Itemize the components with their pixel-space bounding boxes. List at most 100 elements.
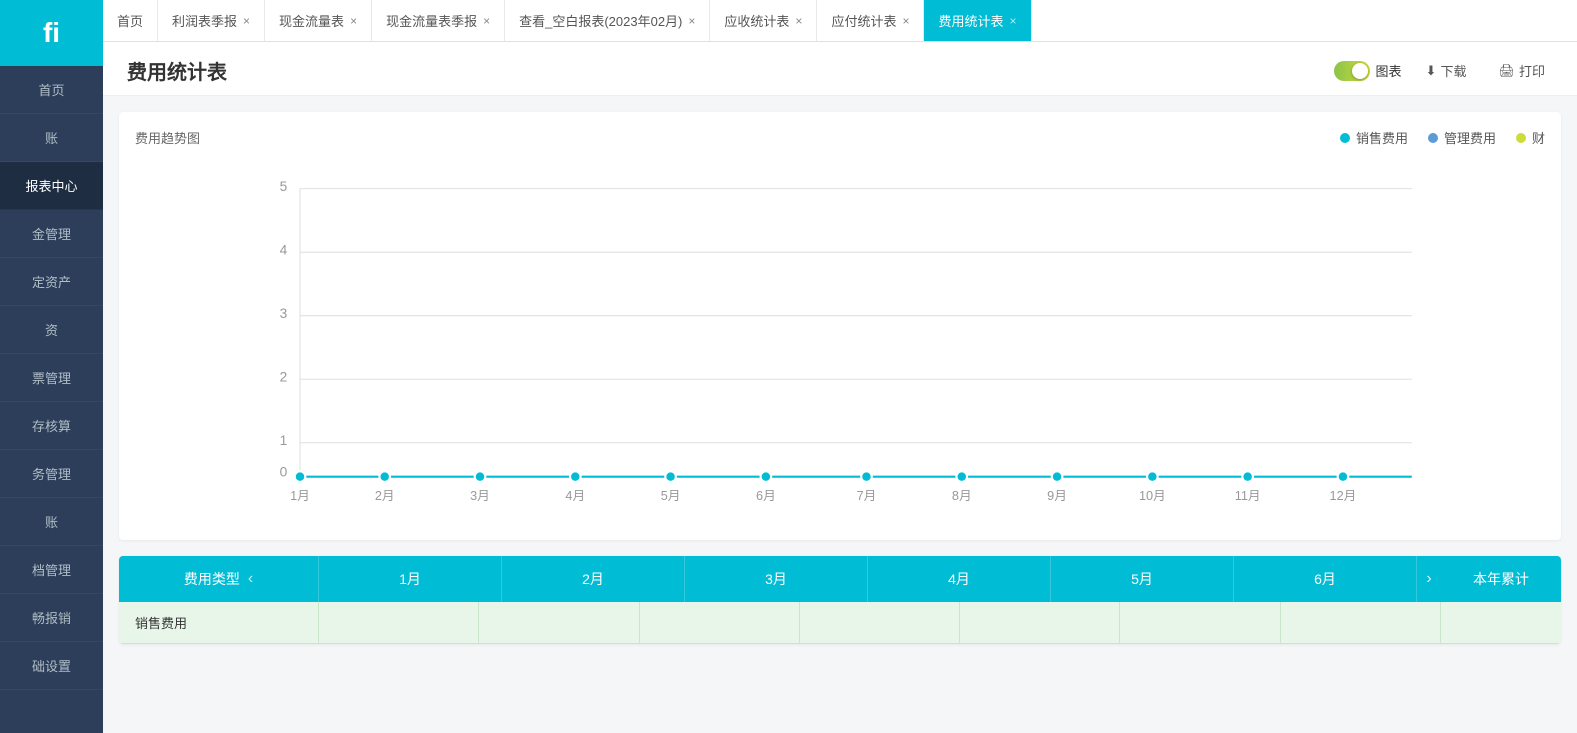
legend-dot-finance <box>1516 133 1526 143</box>
close-icon[interactable]: × <box>688 14 695 28</box>
close-icon[interactable]: × <box>1009 14 1016 28</box>
legend-dot-admin <box>1428 133 1438 143</box>
chart-toggle-wrap: 图表 <box>1334 61 1402 81</box>
svg-text:0: 0 <box>280 465 288 480</box>
svg-text:7月: 7月 <box>857 489 877 503</box>
legend-label-admin: 管理费用 <box>1444 128 1496 147</box>
row-val-6 <box>1120 602 1280 643</box>
svg-text:11月: 11月 <box>1235 489 1261 503</box>
tab-profit-quarterly[interactable]: 利润表季报 × <box>158 0 265 41</box>
chart-header: 费用趋势图 销售费用 管理费用 财 <box>135 128 1545 147</box>
page-content: 费用统计表 图表 ⬇ 下载 🖨 打印 费用趋势图 <box>103 42 1577 733</box>
table-row: 销售费用 <box>119 602 1561 644</box>
col-total-header: 本年累计 <box>1441 556 1561 602</box>
close-icon[interactable]: × <box>243 14 250 28</box>
tab-blank-report[interactable]: 查看_空白报表(2023年02月) × <box>505 0 710 41</box>
svg-text:1: 1 <box>280 433 288 448</box>
row-total <box>1441 602 1561 643</box>
tab-cashflow[interactable]: 现金流量表 × <box>265 0 372 41</box>
svg-text:2月: 2月 <box>375 489 395 503</box>
chart-section: 费用趋势图 销售费用 管理费用 财 <box>119 112 1561 540</box>
col-month-1: 1月 <box>319 556 502 602</box>
col-month-5: 5月 <box>1051 556 1234 602</box>
sidebar-item-invoice-mgmt[interactable]: 票管理 <box>0 354 103 402</box>
svg-text:5: 5 <box>280 179 288 194</box>
row-val-3 <box>640 602 800 643</box>
tab-cashflow-quarterly[interactable]: 现金流量表季报 × <box>372 0 505 41</box>
row-type-label: 销售费用 <box>119 602 319 643</box>
tab-home[interactable]: 首页 <box>103 0 158 41</box>
svg-text:3月: 3月 <box>470 489 490 503</box>
col-month-2: 2月 <box>502 556 685 602</box>
sidebar-item-base-settings[interactable]: 础设置 <box>0 642 103 690</box>
tab-receivable[interactable]: 应收统计表 × <box>710 0 817 41</box>
row-val-4 <box>800 602 960 643</box>
close-icon[interactable]: × <box>350 14 357 28</box>
sidebar-item-cash-mgmt[interactable]: 金管理 <box>0 210 103 258</box>
nav-prev-button[interactable]: ‹ <box>248 570 253 588</box>
sidebar: fi 首页 账 报表中心 金管理 定资产 资 票管理 存核算 务管理 账 档管理… <box>0 0 103 733</box>
header-actions: 图表 ⬇ 下载 🖨 打印 <box>1334 57 1553 84</box>
legend-finance: 财 <box>1516 128 1545 147</box>
tab-expense-stats[interactable]: 费用统计表 × <box>924 0 1031 41</box>
svg-text:12月: 12月 <box>1330 489 1357 503</box>
page-header: 费用统计表 图表 ⬇ 下载 🖨 打印 <box>103 42 1577 96</box>
svg-text:1月: 1月 <box>290 489 310 503</box>
download-button[interactable]: ⬇ 下载 <box>1418 57 1475 84</box>
print-label: 打印 <box>1519 61 1545 80</box>
table-header: 费用类型 ‹ 1月 2月 3月 4月 5月 6月 › 本年累计 <box>119 556 1561 602</box>
sidebar-item-account[interactable]: 账 <box>0 114 103 162</box>
sidebar-item-expense-claim[interactable]: 畅报销 <box>0 594 103 642</box>
col-month-3: 3月 <box>685 556 868 602</box>
sidebar-item-archive-mgmt[interactable]: 档管理 <box>0 546 103 594</box>
legend-sales: 销售费用 <box>1340 128 1408 147</box>
sidebar-item-inventory[interactable]: 存核算 <box>0 402 103 450</box>
legend-label-finance: 财 <box>1532 128 1545 147</box>
close-icon[interactable]: × <box>902 14 909 28</box>
toggle-label: 图表 <box>1376 61 1402 80</box>
nav-next-button[interactable]: › <box>1417 570 1441 588</box>
svg-text:3: 3 <box>280 306 288 321</box>
close-icon[interactable]: × <box>483 14 490 28</box>
chart-legend: 销售费用 管理费用 财 <box>1340 128 1545 147</box>
col-month-4: 4月 <box>868 556 1051 602</box>
print-icon: 🖨 <box>1498 63 1515 79</box>
col-type-label: 费用类型 <box>184 569 240 589</box>
sidebar-item-capital[interactable]: 资 <box>0 306 103 354</box>
tab-bar: 首页 利润表季报 × 现金流量表 × 现金流量表季报 × 查看_空白报表(202… <box>103 0 1577 42</box>
svg-text:6月: 6月 <box>756 489 776 503</box>
print-button[interactable]: 🖨 打印 <box>1490 57 1553 84</box>
table-section: 费用类型 ‹ 1月 2月 3月 4月 5月 6月 › 本年累计 销售费用 <box>119 556 1561 644</box>
svg-text:10月: 10月 <box>1139 489 1166 503</box>
chart-title: 费用趋势图 <box>135 128 200 147</box>
svg-text:8月: 8月 <box>952 489 972 503</box>
download-label: 下载 <box>1440 61 1466 80</box>
row-val-1 <box>319 602 479 643</box>
sidebar-item-fixed-assets[interactable]: 定资产 <box>0 258 103 306</box>
svg-text:9月: 9月 <box>1047 489 1067 503</box>
page-title: 费用统计表 <box>127 56 227 85</box>
chart-toggle[interactable] <box>1334 61 1370 81</box>
col-type-header: 费用类型 ‹ <box>119 556 319 602</box>
legend-label-sales: 销售费用 <box>1356 128 1408 147</box>
sidebar-item-service-mgmt[interactable]: 务管理 <box>0 450 103 498</box>
download-icon: ⬇ <box>1426 63 1437 79</box>
legend-dot-sales <box>1340 133 1350 143</box>
row-val-2 <box>479 602 639 643</box>
close-icon[interactable]: × <box>795 14 802 28</box>
sidebar-item-home[interactable]: 首页 <box>0 66 103 114</box>
sidebar-item-report-center[interactable]: 报表中心 <box>0 162 103 210</box>
col-month-6: 6月 <box>1234 556 1417 602</box>
svg-text:5月: 5月 <box>661 489 681 503</box>
sidebar-item-ledger[interactable]: 账 <box>0 498 103 546</box>
svg-text:4: 4 <box>280 242 288 257</box>
svg-text:2: 2 <box>280 369 288 384</box>
legend-admin: 管理费用 <box>1428 128 1496 147</box>
chart-container: 5 4 3 2 1 0 <box>135 159 1545 524</box>
row-spacer <box>1281 602 1441 643</box>
sidebar-logo: fi <box>0 0 103 66</box>
svg-text:4月: 4月 <box>565 489 585 503</box>
tab-payable[interactable]: 应付统计表 × <box>817 0 924 41</box>
trend-chart: 5 4 3 2 1 0 <box>135 159 1545 519</box>
row-val-5 <box>960 602 1120 643</box>
